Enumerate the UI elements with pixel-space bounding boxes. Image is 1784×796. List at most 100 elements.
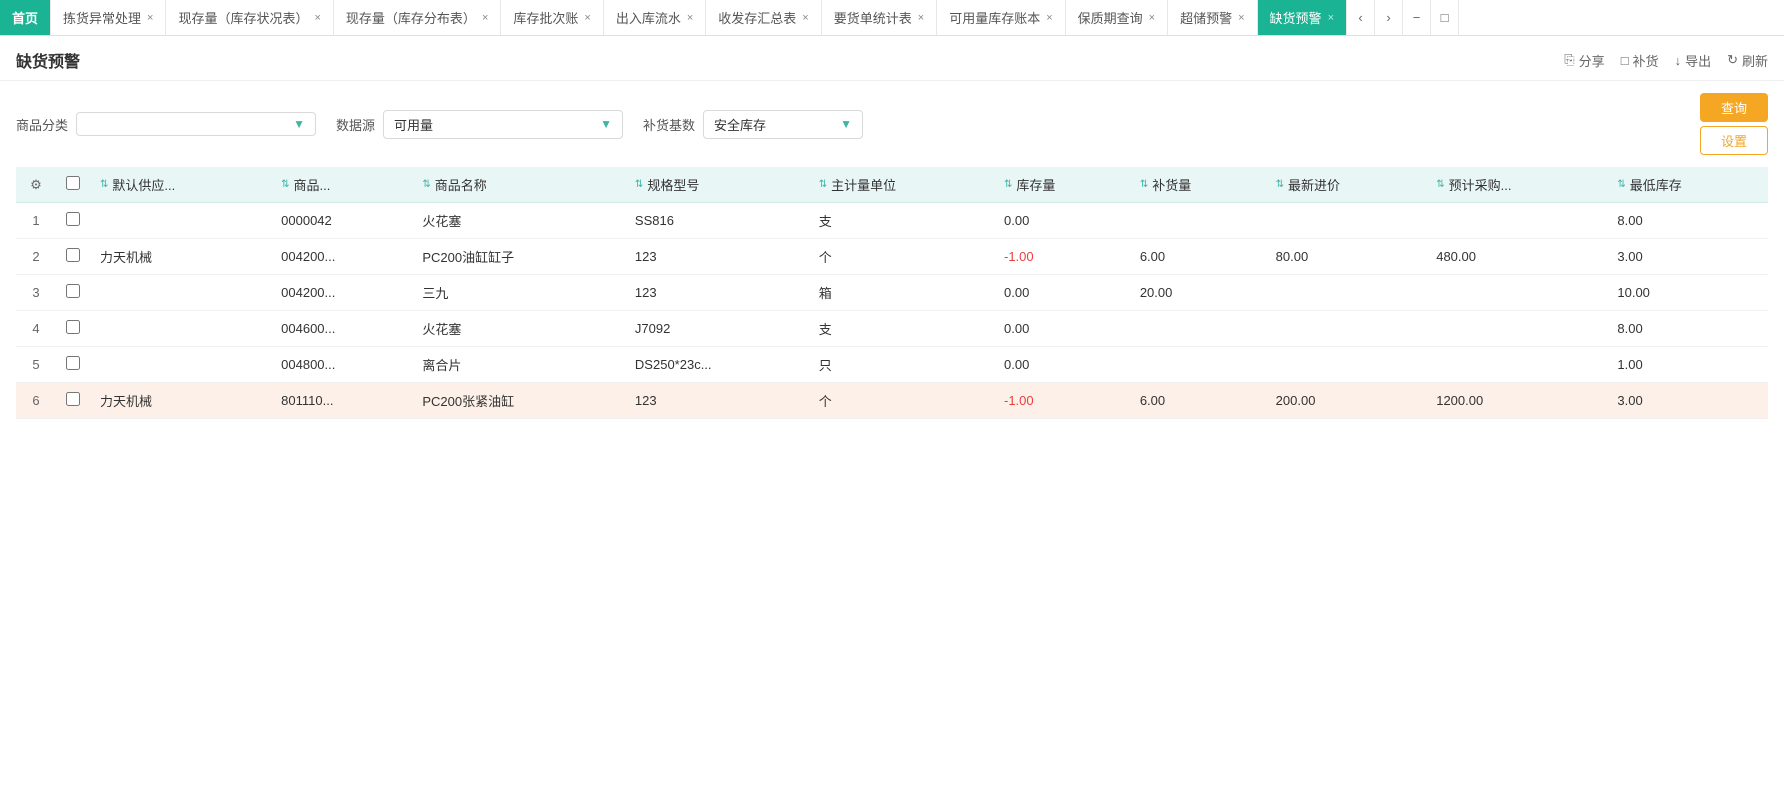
row-checkbox-4[interactable] [66, 356, 80, 370]
tab-item-8[interactable]: 可用量库存账本 × [937, 0, 1065, 36]
cell-num-0: 1 [16, 203, 56, 239]
query-button[interactable]: 查询 [1700, 93, 1768, 122]
tab-item-2[interactable]: 现存量（库存状况表）× [166, 0, 333, 36]
tab-label-1: 拣货异常处理 [63, 8, 141, 27]
tab-minimize-btn[interactable]: − [1403, 0, 1431, 36]
cell-checkbox-3[interactable] [56, 311, 90, 347]
tab-close-5[interactable]: × [687, 12, 693, 24]
table-row: 4004600...火花塞J7092支0.008.00 [16, 311, 1768, 347]
tab-maximize-btn[interactable]: □ [1431, 0, 1459, 36]
category-select[interactable]: ▼ [76, 112, 316, 136]
refresh-icon: ↻ [1727, 52, 1738, 68]
tab-close-10[interactable]: × [1238, 12, 1244, 24]
cell-latest-price-2 [1266, 275, 1427, 311]
cell-replenish-qty-2: 20.00 [1130, 275, 1266, 311]
table-container: ⚙ ⇅默认供应... ⇅商品... ⇅商品名称 ⇅规格型号 ⇅主计量单位 ⇅库存… [0, 167, 1784, 419]
cell-checkbox-4[interactable] [56, 347, 90, 383]
cell-num-1: 2 [16, 239, 56, 275]
th-product-name[interactable]: ⇅商品名称 [412, 167, 625, 203]
tab-bar: 首页拣货异常处理×现存量（库存状况表）×现存量（库存分布表）×库存批次账×出入库… [0, 0, 1784, 36]
tab-item-9[interactable]: 保质期查询× [1066, 0, 1168, 36]
main-content: 缺货预警 ⎘ 分享 □ 补货 ↓ 导出 ↻ 刷新 商品分类 [0, 36, 1784, 796]
refresh-action[interactable]: ↻ 刷新 [1727, 51, 1768, 70]
cell-stock-4: 0.00 [994, 347, 1130, 383]
page-title: 缺货预警 [16, 48, 80, 72]
cell-stock-3: 0.00 [994, 311, 1130, 347]
cell-min-stock-0: 8.00 [1607, 203, 1768, 239]
tab-label-11: 缺货预警 [1270, 8, 1322, 27]
tab-label-3: 现存量（库存分布表） [346, 8, 476, 27]
cell-supplier-5: 力天机械 [90, 383, 271, 419]
tab-item-10[interactable]: 超储预警× [1168, 0, 1257, 36]
cell-checkbox-0[interactable] [56, 203, 90, 239]
cell-unit-5: 个 [809, 383, 994, 419]
th-est-purchase[interactable]: ⇅预计采购... [1426, 167, 1607, 203]
tab-item-5[interactable]: 出入库流水× [604, 0, 706, 36]
replenish-action[interactable]: □ 补货 [1621, 51, 1659, 70]
tab-item-4[interactable]: 库存批次账× [501, 0, 603, 36]
cell-unit-1: 个 [809, 239, 994, 275]
cell-num-3: 4 [16, 311, 56, 347]
th-min-stock[interactable]: ⇅最低库存 [1607, 167, 1768, 203]
th-gear[interactable]: ⚙ [16, 167, 56, 203]
tab-close-1[interactable]: × [147, 12, 153, 24]
tab-label-0: 首页 [12, 8, 38, 27]
cell-num-5: 6 [16, 383, 56, 419]
th-stock[interactable]: ⇅库存量 [994, 167, 1130, 203]
cell-checkbox-2[interactable] [56, 275, 90, 311]
tab-close-2[interactable]: × [314, 12, 320, 24]
cell-replenish-qty-4 [1130, 347, 1266, 383]
th-spec[interactable]: ⇅规格型号 [625, 167, 809, 203]
th-unit[interactable]: ⇅主计量单位 [809, 167, 994, 203]
th-checkbox[interactable] [56, 167, 90, 203]
th-product-code[interactable]: ⇅商品... [271, 167, 412, 203]
tab-item-11[interactable]: 缺货预警 × [1258, 0, 1347, 36]
tab-close-6[interactable]: × [802, 12, 808, 24]
settings-button[interactable]: 设置 [1700, 126, 1768, 155]
share-action[interactable]: ⎘ 分享 [1564, 51, 1604, 70]
tab-item-7[interactable]: 要货单统计表× [822, 0, 937, 36]
replenish-basis-select[interactable]: 安全库存 ▼ [703, 110, 863, 139]
row-checkbox-2[interactable] [66, 284, 80, 298]
cell-est-purchase-3 [1426, 311, 1607, 347]
cell-supplier-3 [90, 311, 271, 347]
header-checkbox[interactable] [66, 176, 80, 190]
tab-label-8: 可用量库存账本 [949, 8, 1040, 27]
row-checkbox-5[interactable] [66, 392, 80, 406]
tab-item-6[interactable]: 收发存汇总表 × [706, 0, 821, 36]
row-checkbox-3[interactable] [66, 320, 80, 334]
category-filter-group: 商品分类 ▼ [16, 112, 316, 136]
th-supplier[interactable]: ⇅默认供应... [90, 167, 271, 203]
tab-item-0[interactable]: 首页 [0, 0, 51, 36]
table-row: 5004800...离合片DS250*23c...只0.001.00 [16, 347, 1768, 383]
th-latest-price[interactable]: ⇅最新进价 [1266, 167, 1427, 203]
tab-next-btn[interactable]: › [1375, 0, 1403, 36]
tab-close-7[interactable]: × [918, 12, 924, 24]
row-checkbox-1[interactable] [66, 248, 80, 262]
cell-product-code-2: 004200... [271, 275, 412, 311]
cell-checkbox-5[interactable] [56, 383, 90, 419]
cell-checkbox-1[interactable] [56, 239, 90, 275]
tab-item-3[interactable]: 现存量（库存分布表） × [334, 0, 501, 36]
table-row: 6力天机械801110...PC200张紧油缸123个-1.006.00200.… [16, 383, 1768, 419]
table-row: 3004200...三九123箱0.0020.0010.00 [16, 275, 1768, 311]
th-replenish-qty[interactable]: ⇅补货量 [1130, 167, 1266, 203]
tab-prev-btn[interactable]: ‹ [1347, 0, 1375, 36]
export-action[interactable]: ↓ 导出 [1675, 51, 1712, 70]
tab-close-8[interactable]: × [1046, 12, 1052, 24]
replenish-basis-arrow-icon: ▼ [840, 117, 852, 131]
tab-item-1[interactable]: 拣货异常处理 × [51, 0, 166, 36]
cell-num-2: 3 [16, 275, 56, 311]
row-checkbox-0[interactable] [66, 212, 80, 226]
data-table: ⚙ ⇅默认供应... ⇅商品... ⇅商品名称 ⇅规格型号 ⇅主计量单位 ⇅库存… [16, 167, 1768, 419]
tab-label-6: 收发存汇总表 [718, 8, 796, 27]
tab-close-9[interactable]: × [1149, 12, 1155, 24]
tab-close-4[interactable]: × [584, 12, 590, 24]
cell-replenish-qty-5: 6.00 [1130, 383, 1266, 419]
cell-spec-4: DS250*23c... [625, 347, 809, 383]
cell-product-code-0: 0000042 [271, 203, 412, 239]
tab-close-3[interactable]: × [482, 12, 488, 24]
datasource-select[interactable]: 可用量 ▼ [383, 110, 623, 139]
tab-close-11[interactable]: × [1328, 12, 1334, 24]
cell-supplier-2 [90, 275, 271, 311]
